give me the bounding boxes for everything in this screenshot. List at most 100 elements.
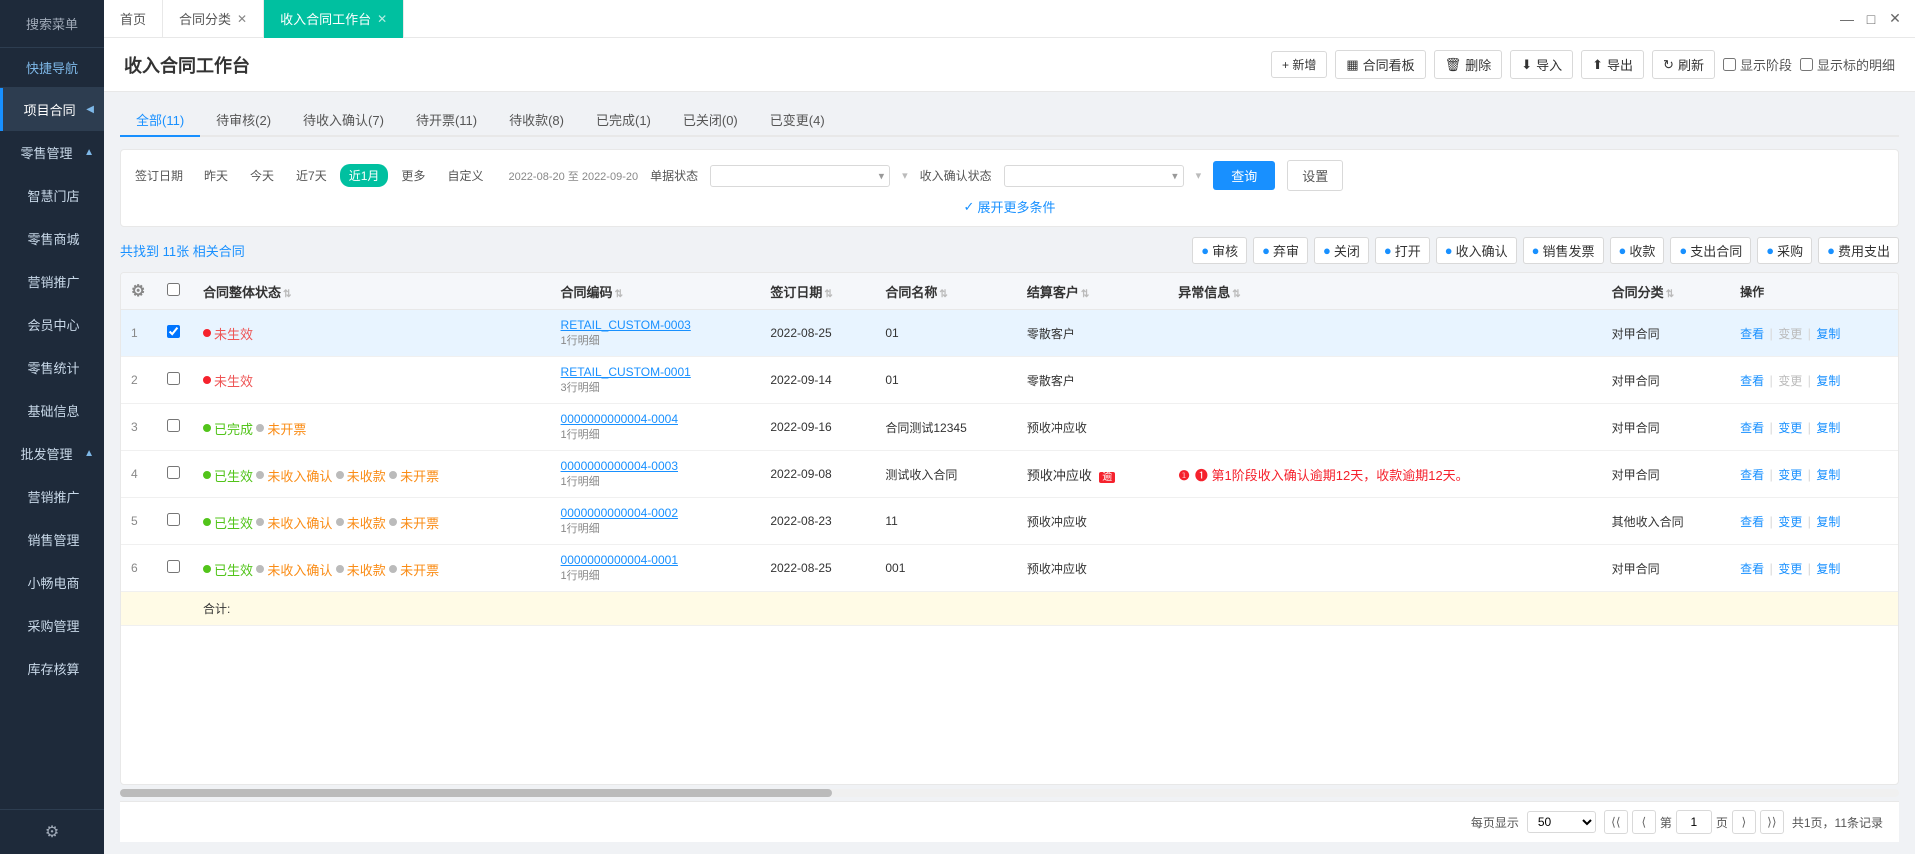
action-purchase-btn[interactable]: ● 采购 bbox=[1757, 237, 1812, 264]
filter-expand-btn[interactable]: ✓ 展开更多条件 bbox=[964, 197, 1056, 216]
sort-code[interactable]: ⇅ bbox=[615, 289, 623, 300]
filter-doc-status-select[interactable] bbox=[710, 165, 890, 187]
sidebar-item-smart[interactable]: 智慧门店 bbox=[0, 174, 104, 217]
action-expense-out-btn[interactable]: ● 费用支出 bbox=[1818, 237, 1899, 264]
action-expense-contract-btn[interactable]: ● 支出合同 bbox=[1670, 237, 1751, 264]
add-btn[interactable]: + 新增 bbox=[1271, 51, 1327, 78]
action-abandon-btn[interactable]: ● 弃审 bbox=[1253, 237, 1308, 264]
scrollbar-thumb[interactable] bbox=[120, 789, 832, 797]
contract-code-link[interactable]: RETAIL_CUSTOM-0003 bbox=[561, 318, 751, 332]
op-change[interactable]: 变更 bbox=[1778, 421, 1802, 435]
status-tab-all[interactable]: 全部(11) bbox=[120, 104, 200, 137]
action-review-btn[interactable]: ● 审核 bbox=[1192, 237, 1247, 264]
filter-date-more[interactable]: 更多 bbox=[392, 164, 434, 187]
th-checkbox[interactable] bbox=[157, 273, 193, 310]
op-change[interactable]: 变更 bbox=[1778, 374, 1802, 388]
page-size-select[interactable]: 50 100 200 bbox=[1527, 811, 1596, 833]
page-first-btn[interactable]: ⟨⟨ bbox=[1604, 810, 1628, 834]
filter-date-today[interactable]: 今天 bbox=[241, 164, 283, 187]
status-tab-pending-review[interactable]: 待审核(2) bbox=[200, 104, 287, 137]
page-next-btn[interactable]: ⟩ bbox=[1732, 810, 1756, 834]
op-copy[interactable]: 复制 bbox=[1816, 327, 1840, 341]
filter-confirm-status-select[interactable] bbox=[1004, 165, 1184, 187]
sidebar-item-batchmarketing[interactable]: 营销推广 bbox=[0, 475, 104, 518]
action-income-confirm-btn[interactable]: ● 收入确认 bbox=[1436, 237, 1517, 264]
op-view[interactable]: 查看 bbox=[1740, 468, 1764, 482]
sidebar-item-basic[interactable]: 基础信息 bbox=[0, 389, 104, 432]
status-tab-completed[interactable]: 已完成(1) bbox=[580, 104, 667, 137]
status-tab-pending-invoice[interactable]: 待开票(11) bbox=[400, 104, 493, 137]
op-view[interactable]: 查看 bbox=[1740, 327, 1764, 341]
page-last-btn[interactable]: ⟩⟩ bbox=[1760, 810, 1784, 834]
status-tab-closed[interactable]: 已关闭(0) bbox=[667, 104, 754, 137]
row-checkbox[interactable] bbox=[157, 498, 193, 545]
import-btn[interactable]: ⬇ 导入 bbox=[1510, 50, 1573, 79]
select-all-checkbox[interactable] bbox=[167, 283, 180, 296]
op-view[interactable]: 查看 bbox=[1740, 374, 1764, 388]
sidebar-item-retailshop[interactable]: 零售商城 bbox=[0, 217, 104, 260]
tab-close-income-contract[interactable]: ✕ bbox=[377, 12, 387, 26]
th-settings[interactable]: ⚙ bbox=[121, 273, 157, 310]
op-copy[interactable]: 复制 bbox=[1816, 562, 1840, 576]
action-collection-btn[interactable]: ● 收款 bbox=[1610, 237, 1665, 264]
row-checkbox[interactable] bbox=[157, 357, 193, 404]
page-prev-btn[interactable]: ⟨ bbox=[1632, 810, 1656, 834]
window-close-btn[interactable]: ✕ bbox=[1887, 11, 1903, 27]
filter-date-last7[interactable]: 近7天 bbox=[287, 164, 336, 187]
filter-date-last1month[interactable]: 近1月 bbox=[340, 164, 389, 187]
contract-code-link[interactable]: 0000000000004-0001 bbox=[561, 553, 751, 567]
sidebar-item-stats[interactable]: 零售统计 bbox=[0, 346, 104, 389]
refresh-btn[interactable]: ↻ 刷新 bbox=[1652, 50, 1715, 79]
sort-date[interactable]: ⇅ bbox=[824, 289, 832, 300]
op-change[interactable]: 变更 bbox=[1778, 468, 1802, 482]
row-checkbox[interactable] bbox=[157, 451, 193, 498]
filter-query-btn[interactable]: 查询 bbox=[1213, 161, 1275, 190]
sidebar-item-member[interactable]: 会员中心 bbox=[0, 303, 104, 346]
op-copy[interactable]: 复制 bbox=[1816, 515, 1840, 529]
filter-date-custom[interactable]: 自定义 bbox=[438, 164, 492, 187]
status-tab-pending-confirm[interactable]: 待收入确认(7) bbox=[287, 104, 400, 137]
sort-status[interactable]: ⇅ bbox=[283, 289, 291, 300]
sort-name[interactable]: ⇅ bbox=[939, 289, 947, 300]
contract-code-link[interactable]: 0000000000004-0004 bbox=[561, 412, 751, 426]
row-checkbox[interactable] bbox=[157, 310, 193, 357]
sort-category[interactable]: ⇅ bbox=[1666, 289, 1674, 300]
panel-btn[interactable]: ▦ 合同看板 bbox=[1335, 50, 1425, 79]
sidebar-item-purchase[interactable]: 采购管理 bbox=[0, 604, 104, 647]
show-detail-checkbox[interactable]: 显示标的明细 bbox=[1800, 55, 1895, 74]
op-change[interactable]: 变更 bbox=[1778, 562, 1802, 576]
op-copy[interactable]: 复制 bbox=[1816, 421, 1840, 435]
contract-code-link[interactable]: 0000000000004-0002 bbox=[561, 506, 751, 520]
table-settings-icon[interactable]: ⚙ bbox=[131, 283, 145, 300]
sidebar-settings[interactable]: ⚙ bbox=[0, 809, 104, 854]
sidebar-item-xiaoepay[interactable]: 小畅电商 bbox=[0, 561, 104, 604]
page-input[interactable] bbox=[1676, 810, 1712, 834]
op-view[interactable]: 查看 bbox=[1740, 421, 1764, 435]
sidebar-quick-nav[interactable]: 快捷导航 bbox=[0, 48, 104, 88]
contract-code-link[interactable]: 0000000000004-0003 bbox=[561, 459, 751, 473]
sidebar-item-inventory[interactable]: 库存核算 bbox=[0, 647, 104, 690]
op-change[interactable]: 变更 bbox=[1778, 327, 1802, 341]
action-open-btn[interactable]: ● 打开 bbox=[1375, 237, 1430, 264]
op-change[interactable]: 变更 bbox=[1778, 515, 1802, 529]
show-fields-checkbox[interactable]: 显示阶段 bbox=[1723, 55, 1792, 74]
sidebar-item-marketing[interactable]: 营销推广 bbox=[0, 260, 104, 303]
export-btn[interactable]: ⬆ 导出 bbox=[1581, 50, 1644, 79]
op-view[interactable]: 查看 bbox=[1740, 515, 1764, 529]
sort-abnormal[interactable]: ⇅ bbox=[1232, 289, 1240, 300]
tab-contract-category[interactable]: 合同分类 ✕ bbox=[163, 0, 264, 38]
delete-btn[interactable]: 🗑 删除 bbox=[1434, 50, 1503, 79]
filter-date-yesterday[interactable]: 昨天 bbox=[195, 164, 237, 187]
row-checkbox[interactable] bbox=[157, 545, 193, 592]
status-tab-pending-payment[interactable]: 待收款(8) bbox=[493, 104, 580, 137]
sidebar-item-retail[interactable]: 零售管理 ▲ bbox=[0, 131, 104, 174]
tab-income-contract[interactable]: 收入合同工作台 ✕ bbox=[264, 0, 404, 38]
op-copy[interactable]: 复制 bbox=[1816, 374, 1840, 388]
sort-customer[interactable]: ⇅ bbox=[1081, 289, 1089, 300]
op-view[interactable]: 查看 bbox=[1740, 562, 1764, 576]
filter-set-btn[interactable]: 设置 bbox=[1287, 160, 1343, 191]
sidebar-item-project[interactable]: 项目合同 ◀ bbox=[0, 88, 104, 131]
horizontal-scrollbar[interactable] bbox=[120, 789, 1899, 797]
tab-home[interactable]: 首页 bbox=[104, 0, 163, 38]
window-min-btn[interactable]: — bbox=[1839, 11, 1855, 27]
